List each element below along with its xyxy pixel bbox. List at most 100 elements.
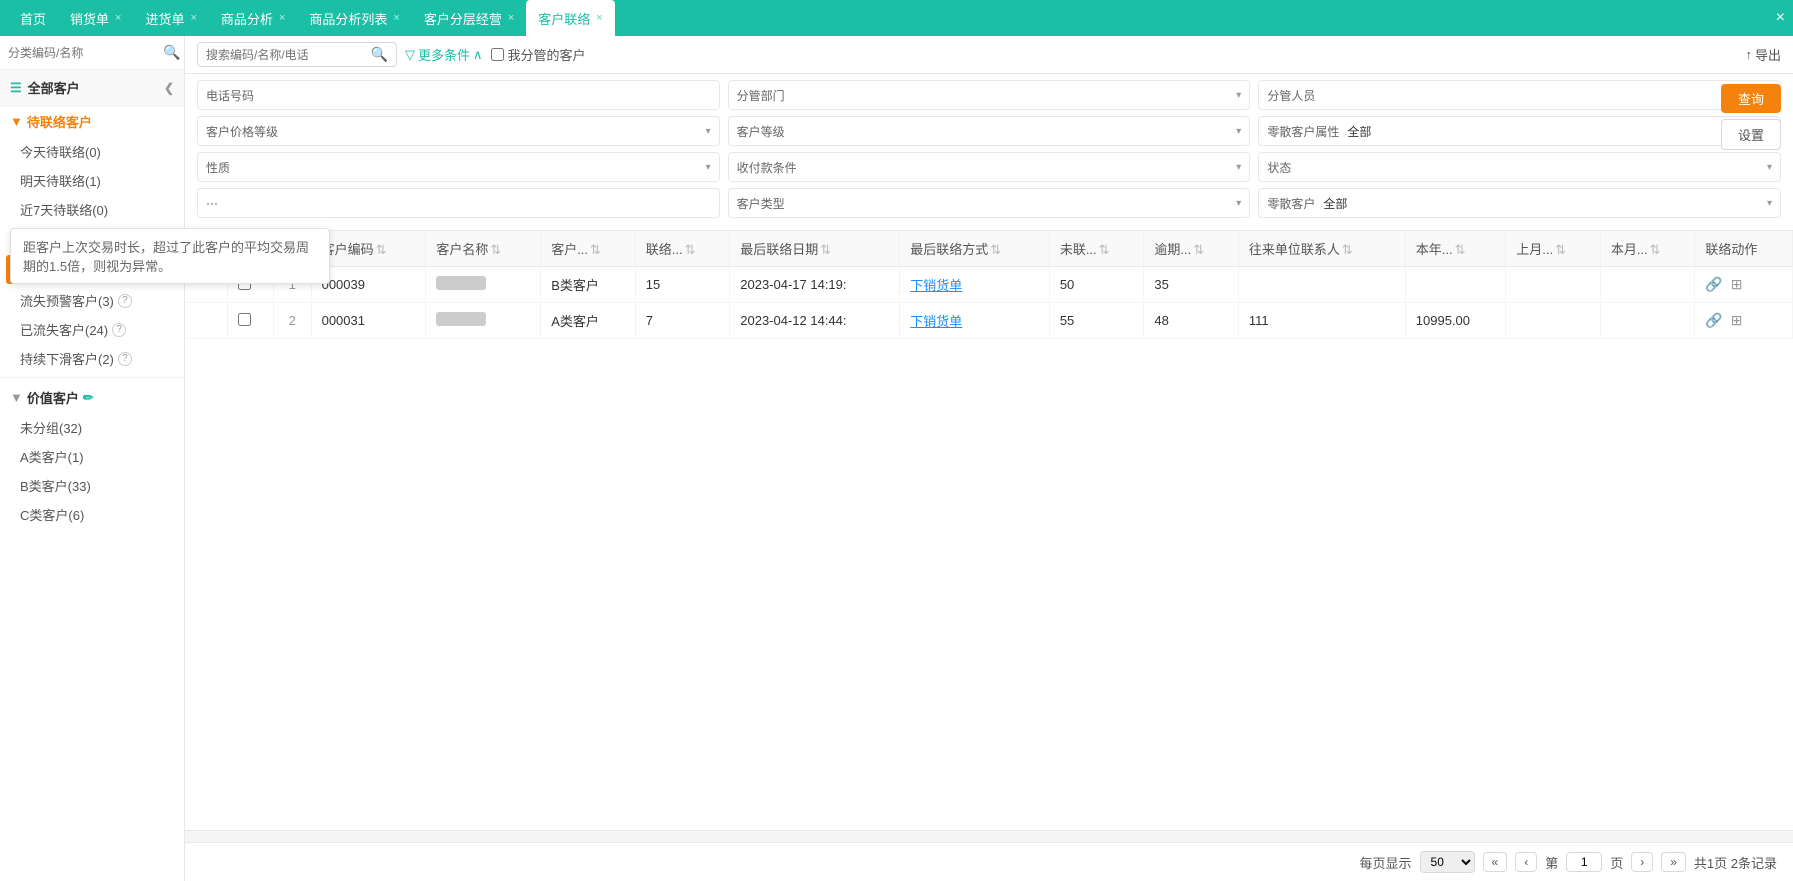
nav-item-purchase[interactable]: 进货单 ×	[133, 0, 208, 36]
close-sales-tab[interactable]: ×	[115, 12, 121, 24]
row2-select[interactable]	[238, 313, 251, 326]
chevron-up-icon: ∧	[473, 47, 483, 63]
sidebar-item-unclassified[interactable]: 未分组(32)	[0, 413, 184, 442]
edit-value-group-icon[interactable]: ✏	[83, 390, 94, 406]
row1-grid-icon[interactable]: ⊞	[1731, 276, 1743, 293]
horizontal-scrollbar[interactable]	[185, 830, 1793, 842]
col-action-header: 联络动作	[1695, 231, 1793, 267]
filter-dots[interactable]: ···	[197, 188, 720, 218]
export-icon: ↑	[1745, 47, 1752, 62]
col-last-contact-date-header[interactable]: 最后联络日期⇅	[730, 231, 900, 267]
row1-this-month	[1600, 267, 1695, 303]
col-customer-name-header[interactable]: 客户名称⇅	[426, 231, 541, 267]
col-overdue-header[interactable]: 逾期...⇅	[1144, 231, 1239, 267]
row2-last-method[interactable]: 下销货单	[900, 303, 1050, 339]
prev-page-button[interactable]: ‹	[1515, 852, 1537, 872]
nav-item-product-analysis[interactable]: 商品分析 ×	[209, 0, 297, 36]
row1-last-method[interactable]: 下销货单	[900, 267, 1050, 303]
col-this-year-header[interactable]: 本年...⇅	[1405, 231, 1506, 267]
row1-overdue: 35	[1144, 267, 1239, 303]
row2-checkbox[interactable]	[228, 303, 273, 339]
toolbar: 🔍 ▽ 更多条件 ∧ 我分管的客户 ↑ 导出	[185, 36, 1793, 74]
sidebar-collapse-icon[interactable]: ❮	[164, 81, 174, 95]
main-search-icon[interactable]: 🔍	[371, 46, 388, 63]
nav-item-product-list[interactable]: 商品分析列表 ×	[297, 0, 411, 36]
sidebar-item-tomorrow[interactable]: 明天待联络(1)	[0, 166, 184, 195]
nav-item-customer-tier[interactable]: 客户分层经营 ×	[412, 0, 526, 36]
filter-status[interactable]: 状态 ▾	[1258, 152, 1781, 182]
query-button[interactable]: 查询	[1721, 84, 1781, 113]
filter-department[interactable]: 分管部门 ▾	[728, 80, 1251, 110]
nav-item-home[interactable]: 首页	[8, 0, 58, 36]
churned-badge: ?	[112, 323, 126, 337]
sidebar-item-class-c[interactable]: C类客户(6)	[0, 500, 184, 529]
close-all-button[interactable]: ×	[1776, 9, 1785, 27]
first-page-button[interactable]: «	[1483, 852, 1508, 872]
row1-link-icon[interactable]: 🔗	[1705, 276, 1722, 293]
filter-customer-level[interactable]: 客户等级 ▾	[728, 116, 1251, 146]
sidebar-item-declining[interactable]: 持续下滑客户(2) ?	[0, 344, 184, 373]
sort-icon: ⇅	[1555, 242, 1566, 257]
filter-customer-type[interactable]: 客户类型 ▾	[728, 188, 1251, 218]
filter-retail-customer[interactable]: 零散客户 全部 ▾	[1258, 188, 1781, 218]
sidebar-group-all-customers: ☰ 全部客户 ❮	[0, 70, 184, 106]
filter-action-buttons: 查询 设置	[1721, 84, 1781, 150]
content-area: 距客户上次交易时长，超过了此客户的平均交易周期的1.5倍，则视为异常。 🔍 ▽ …	[185, 36, 1793, 881]
row2-grid-icon[interactable]: ⊞	[1731, 312, 1743, 329]
row1-action: 🔗 ⊞	[1695, 267, 1793, 303]
row1-name	[426, 267, 541, 303]
main-search-input[interactable]	[206, 48, 371, 62]
department-dropdown-icon: ▾	[1236, 90, 1241, 101]
sidebar-item-churn-warning[interactable]: 流失预警客户(3) ?	[0, 286, 184, 315]
sidebar-item-7days[interactable]: 近7天待联络(0)	[0, 195, 184, 224]
close-product-analysis-tab[interactable]: ×	[279, 12, 285, 24]
nav-item-customer-contact[interactable]: 客户联络 ×	[526, 0, 614, 36]
filter-payment-terms[interactable]: 收付款条件 ▾	[728, 152, 1251, 182]
close-purchase-tab[interactable]: ×	[190, 12, 196, 24]
data-table-container: ⚙ 客户编码⇅ 客户名称⇅ 客户...⇅ 联络...⇅ 最后联络日期⇅ 最后联络…	[185, 231, 1793, 830]
sidebar-search-input[interactable]	[8, 46, 163, 60]
sidebar-search-icon[interactable]: 🔍	[163, 44, 180, 61]
my-customers-checkbox-label[interactable]: 我分管的客户	[491, 45, 586, 64]
sidebar-item-class-b[interactable]: B类客户(33)	[0, 471, 184, 500]
col-unit-contacts-header[interactable]: 往来单位联系人⇅	[1238, 231, 1405, 267]
row2-link-icon[interactable]: 🔗	[1705, 312, 1722, 329]
col-uncontacted-header[interactable]: 未联...⇅	[1049, 231, 1144, 267]
row2-type: A类客户	[541, 303, 636, 339]
filter-manager[interactable]: 分管人员 ···	[1258, 80, 1781, 110]
filter-retail-attribute[interactable]: 零散客户属性 全部 ▾	[1258, 116, 1781, 146]
gender-dropdown-icon: ▾	[706, 162, 711, 173]
page-number-input[interactable]	[1566, 852, 1602, 872]
per-page-select[interactable]: 50 100 200	[1420, 851, 1475, 873]
filter-price-level[interactable]: 客户价格等级 ▾	[197, 116, 720, 146]
next-page-button[interactable]: ›	[1631, 852, 1653, 872]
col-this-month-header[interactable]: 本月...⇅	[1600, 231, 1695, 267]
close-product-list-tab[interactable]: ×	[393, 12, 399, 24]
row2-this-year: 10995.00	[1405, 303, 1506, 339]
close-customer-tier-tab[interactable]: ×	[508, 12, 514, 24]
page-unit-label: 页	[1610, 853, 1623, 872]
last-page-button[interactable]: »	[1661, 852, 1686, 872]
row2-uncontacted: 55	[1049, 303, 1144, 339]
export-button[interactable]: ↑ 导出	[1745, 45, 1781, 64]
close-customer-contact-tab[interactable]: ×	[596, 12, 602, 24]
filter-gender[interactable]: 性质 ▾	[197, 152, 720, 182]
more-filter-button[interactable]: ▽ 更多条件 ∧	[405, 45, 483, 64]
sidebar-item-class-a[interactable]: A类客户(1)	[0, 442, 184, 471]
col-last-contact-method-header[interactable]: 最后联络方式⇅	[900, 231, 1050, 267]
customer-table: ⚙ 客户编码⇅ 客户名称⇅ 客户...⇅ 联络...⇅ 最后联络日期⇅ 最后联络…	[185, 231, 1793, 339]
sort-icon: ⇅	[1342, 242, 1353, 257]
churn-warning-badge: ?	[118, 294, 132, 308]
col-customer-type-header[interactable]: 客户...⇅	[541, 231, 636, 267]
row1-unit-contacts	[1238, 267, 1405, 303]
status-dropdown-icon: ▾	[1767, 162, 1772, 173]
sidebar-item-churned[interactable]: 已流失客户(24) ?	[0, 315, 184, 344]
col-contacts-header[interactable]: 联络...⇅	[635, 231, 730, 267]
row2-action: 🔗 ⊞	[1695, 303, 1793, 339]
sort-icon: ⇅	[1650, 242, 1661, 257]
sidebar-item-today[interactable]: 今天待联络(0)	[0, 137, 184, 166]
nav-item-sales[interactable]: 销货单 ×	[58, 0, 133, 36]
col-last-month-header[interactable]: 上月...⇅	[1506, 231, 1601, 267]
my-customers-checkbox[interactable]	[491, 48, 504, 61]
settings-button[interactable]: 设置	[1721, 119, 1781, 150]
